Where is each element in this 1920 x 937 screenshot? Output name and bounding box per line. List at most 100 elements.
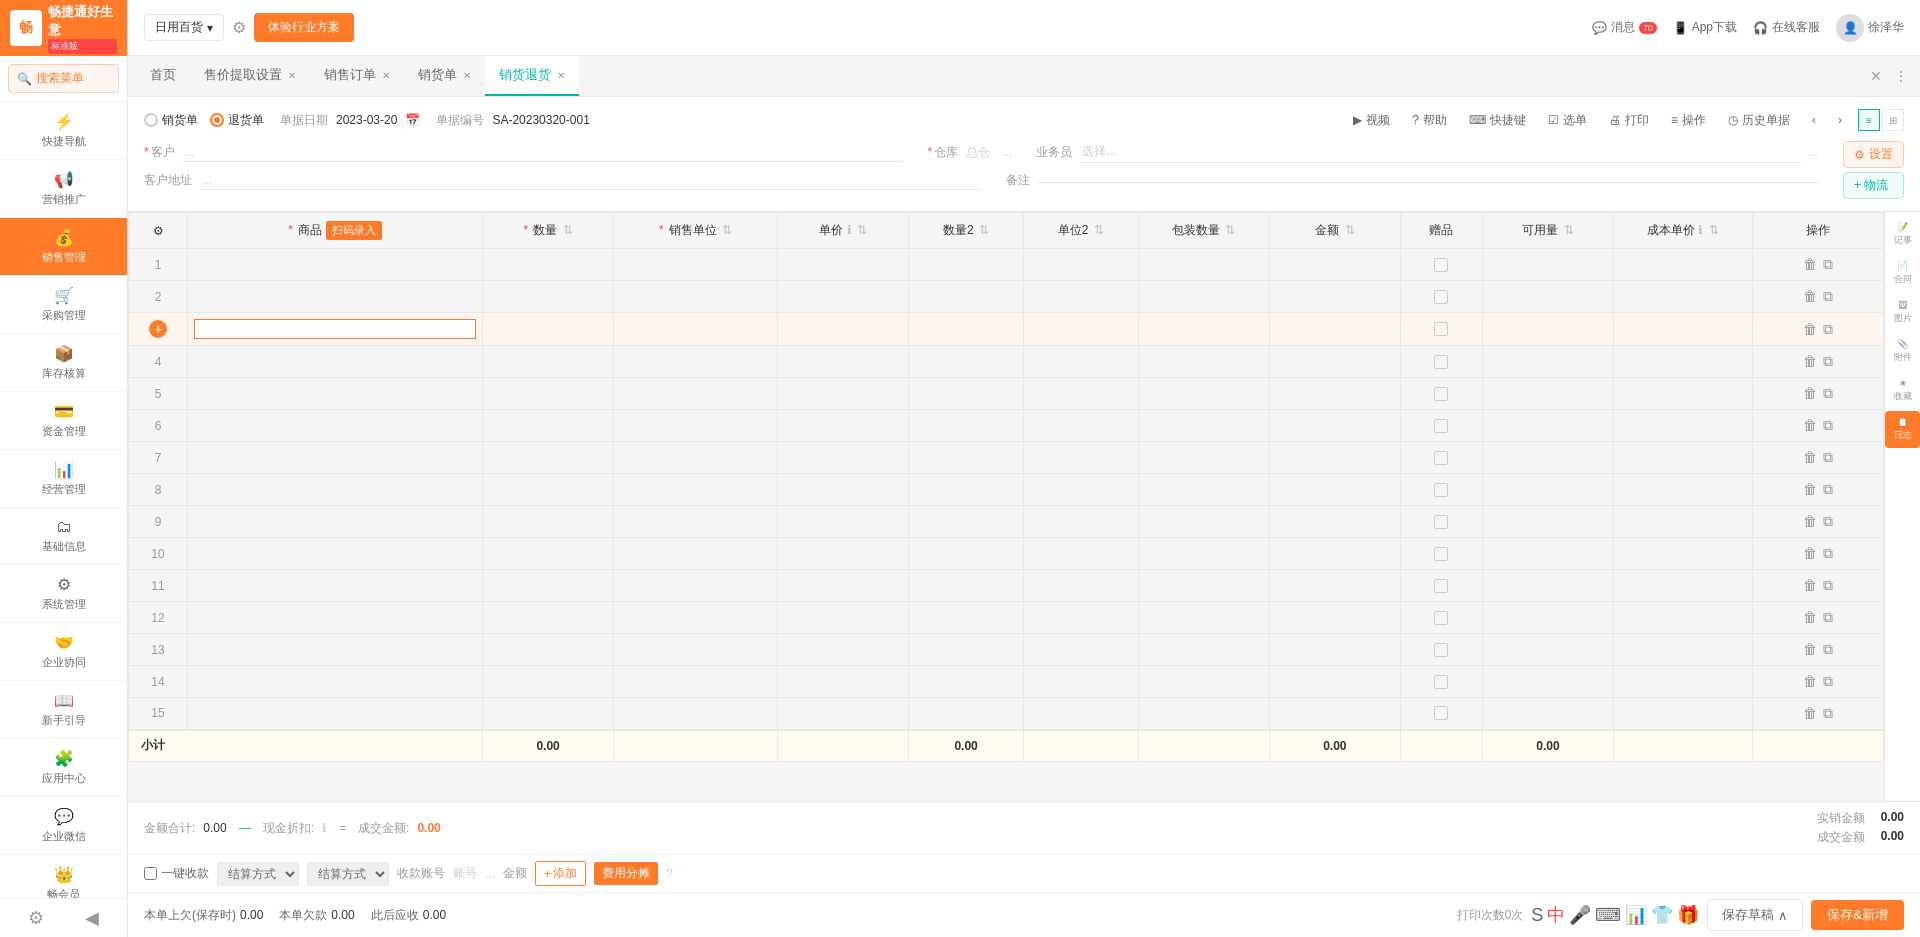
quantity-cell[interactable] (483, 570, 614, 602)
sidebar-item-shortcuts[interactable]: ⚡ 快捷导航 (0, 102, 127, 160)
unit-price-cell[interactable] (778, 410, 909, 442)
product-cell[interactable] (188, 506, 483, 538)
delete-row-btn[interactable]: 🗑 (1803, 288, 1817, 305)
product-input[interactable] (194, 319, 476, 339)
product-cell[interactable] (188, 281, 483, 313)
unit2-sort-icon[interactable]: ⇅ (1094, 223, 1104, 237)
unit-price-cell[interactable] (778, 506, 909, 538)
settings-bottom-btn[interactable]: ⚙ (28, 907, 44, 929)
unit-sort-icon[interactable]: ⇅ (722, 223, 732, 237)
sales-unit-cell[interactable] (614, 313, 778, 346)
gift-checkbox[interactable] (1434, 611, 1448, 625)
unit2-cell[interactable] (1023, 698, 1138, 730)
account-dots[interactable]: ... (485, 867, 495, 881)
grid-view-btn[interactable]: ⊞ (1882, 109, 1904, 131)
sales-unit-cell[interactable] (614, 666, 778, 698)
unit2-cell[interactable] (1023, 346, 1138, 378)
toolbar-print-btn[interactable]: 🖨 打印 (1603, 110, 1655, 131)
quantity2-cell[interactable] (909, 570, 1024, 602)
calendar-icon[interactable]: 📅 (405, 113, 420, 127)
messages-button[interactable]: 💬 消息 70 (1592, 19, 1657, 36)
cost-unit-cell[interactable] (1613, 378, 1752, 410)
one-key-payment-check[interactable]: 一键收款 (144, 865, 209, 882)
save-new-button[interactable]: 保存&新增 (1811, 900, 1904, 930)
bottom-icon-4[interactable]: ⌨ (1595, 904, 1621, 926)
unit2-cell[interactable] (1023, 281, 1138, 313)
unit-price-cell[interactable] (778, 346, 909, 378)
unit2-cell[interactable] (1023, 570, 1138, 602)
add-row-button[interactable]: + (149, 320, 167, 338)
pkg-sort-icon[interactable]: ⇅ (1225, 223, 1235, 237)
delete-row-btn[interactable]: 🗑 (1803, 705, 1817, 722)
cost-unit-cell[interactable] (1613, 474, 1752, 506)
quantity-cell[interactable] (483, 634, 614, 666)
quantity2-cell[interactable] (909, 698, 1024, 730)
right-icon-note[interactable]: 📝 记事 (1885, 216, 1920, 253)
product-cell[interactable] (188, 410, 483, 442)
cost-unit-cell[interactable] (1613, 506, 1752, 538)
delete-row-btn[interactable]: 🗑 (1803, 353, 1817, 370)
header-settings-icon[interactable]: ⚙ (232, 18, 246, 37)
package-qty-cell[interactable] (1138, 538, 1269, 570)
calc-method-select[interactable]: 结算方式 (307, 862, 389, 886)
amount-cell[interactable] (1269, 313, 1400, 346)
delete-row-btn[interactable]: 🗑 (1803, 417, 1817, 434)
copy-row-btn[interactable]: ⧉ (1823, 577, 1833, 594)
collapse-btn[interactable]: ◀ (85, 907, 99, 929)
qty-sort-icon[interactable]: ⇅ (563, 223, 573, 237)
available-cell[interactable] (1482, 378, 1613, 410)
list-view-btn[interactable]: ≡ (1858, 109, 1880, 131)
gift-checkbox[interactable] (1434, 258, 1448, 272)
unit-price-cell[interactable] (778, 313, 909, 346)
right-icon-log[interactable]: 📋 日志 (1885, 411, 1920, 448)
sidebar-item-system[interactable]: ⚙ 系统管理 (0, 565, 127, 623)
sales-unit-cell[interactable] (614, 249, 778, 281)
sales-unit-cell[interactable] (614, 506, 778, 538)
copy-row-btn[interactable]: ⧉ (1823, 353, 1833, 370)
gift-checkbox[interactable] (1434, 515, 1448, 529)
quantity-cell[interactable] (483, 378, 614, 410)
unit-price-cell[interactable] (778, 281, 909, 313)
cost-unit-cell[interactable] (1613, 538, 1752, 570)
gift-checkbox[interactable] (1434, 706, 1448, 720)
unit-price-cell[interactable] (778, 570, 909, 602)
quantity2-cell[interactable] (909, 410, 1024, 442)
search-menu-button[interactable]: 🔍 搜索菜单 (8, 64, 119, 93)
amount-cell[interactable] (1269, 602, 1400, 634)
delete-row-btn[interactable]: 🗑 (1803, 673, 1817, 690)
product-cell[interactable] (188, 634, 483, 666)
available-cell[interactable] (1482, 410, 1613, 442)
right-icon-attachment[interactable]: 📎 附件 (1885, 333, 1920, 370)
delete-row-btn[interactable]: 🗑 (1803, 609, 1817, 626)
gift-checkbox[interactable] (1434, 579, 1448, 593)
cost-info-icon[interactable]: ℹ (1698, 223, 1703, 237)
quantity2-cell[interactable] (909, 313, 1024, 346)
salesperson-input[interactable]: 选择... (1080, 141, 1801, 163)
copy-row-btn[interactable]: ⧉ (1823, 513, 1833, 530)
sales-unit-cell[interactable] (614, 410, 778, 442)
gift-cell[interactable] (1400, 570, 1482, 602)
delete-row-btn[interactable]: 🗑 (1803, 321, 1817, 338)
salesperson-dots[interactable]: ... (1809, 145, 1819, 159)
split-help-icon[interactable]: ? (666, 867, 673, 881)
cost-unit-cell[interactable] (1613, 281, 1752, 313)
quantity-cell[interactable] (483, 506, 614, 538)
quantity-cell[interactable] (483, 281, 614, 313)
sidebar-item-enterprise[interactable]: 🤝 企业协同 (0, 623, 127, 681)
prev-record-btn[interactable]: ‹ (1806, 111, 1822, 129)
sales-unit-cell[interactable] (614, 281, 778, 313)
available-cell[interactable] (1482, 474, 1613, 506)
tab-sales-order[interactable]: 销售订单 ✕ (310, 56, 404, 96)
product-cell[interactable] (188, 602, 483, 634)
tab-home[interactable]: 首页 (136, 56, 190, 96)
delete-row-btn[interactable]: 🗑 (1803, 577, 1817, 594)
gift-cell[interactable] (1400, 474, 1482, 506)
add-logistics-btn[interactable]: + 物流 (1843, 172, 1904, 199)
amount-cell[interactable] (1269, 442, 1400, 474)
bottom-icon-3[interactable]: 🎤 (1569, 904, 1591, 926)
gift-cell[interactable] (1400, 378, 1482, 410)
quantity-cell[interactable] (483, 249, 614, 281)
sales-unit-cell[interactable] (614, 474, 778, 506)
delete-row-btn[interactable]: 🗑 (1803, 256, 1817, 273)
toolbar-help-btn[interactable]: ? 帮助 (1406, 110, 1453, 131)
